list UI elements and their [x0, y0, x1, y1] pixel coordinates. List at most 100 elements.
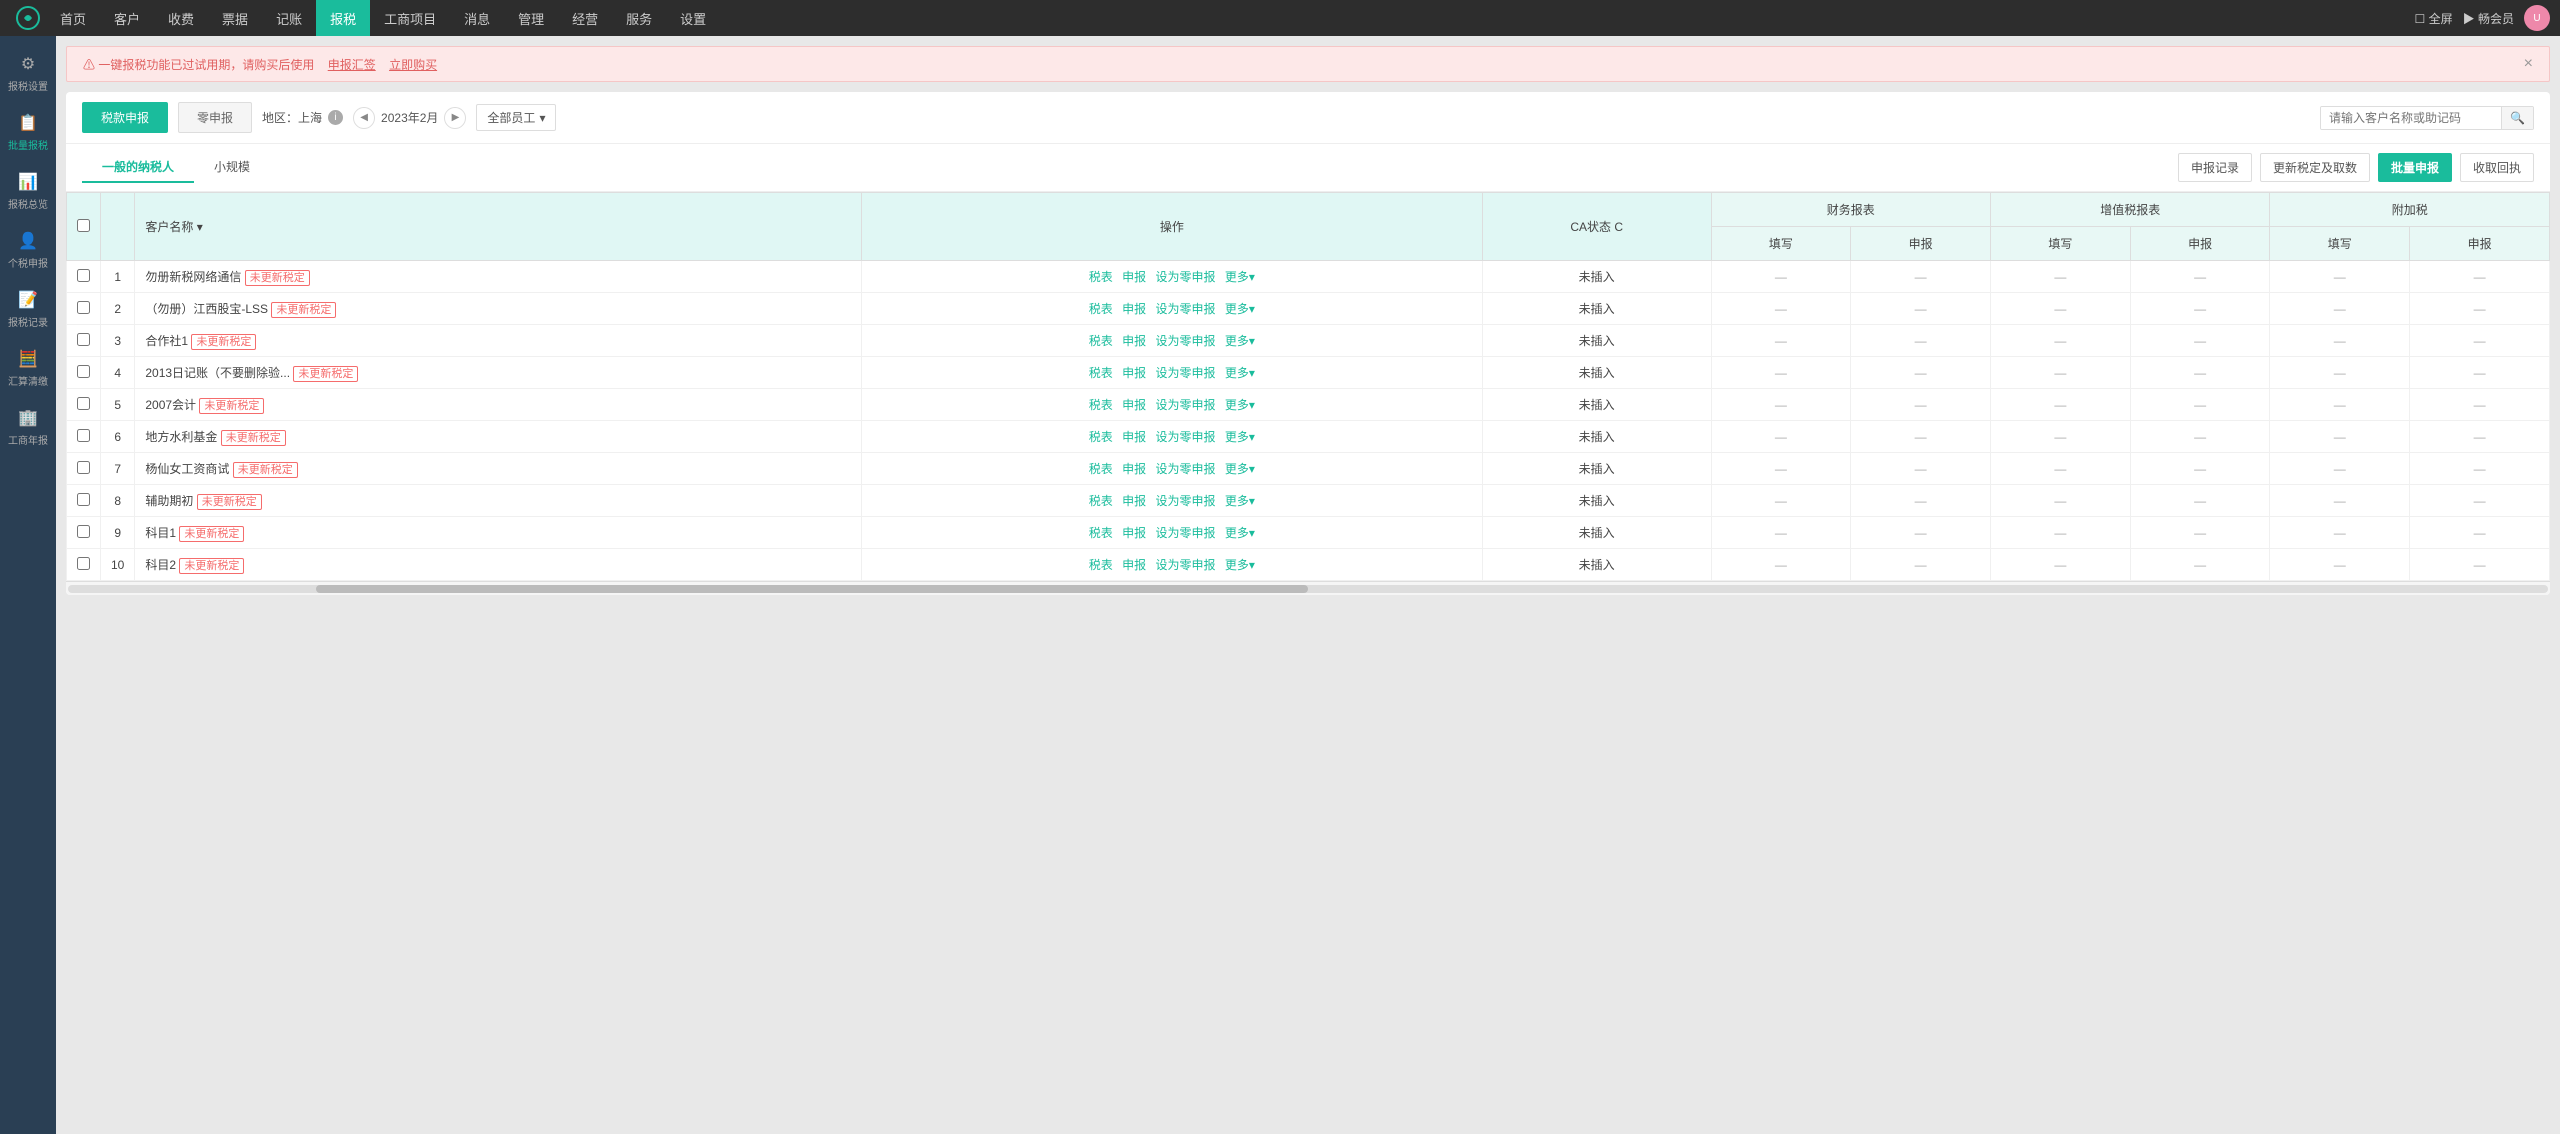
nav-item-client[interactable]: 客户: [100, 0, 154, 36]
op-tax-table-0[interactable]: 税表: [1089, 270, 1113, 284]
op-tax-table-1[interactable]: 税表: [1089, 302, 1113, 316]
employee-select[interactable]: 全部员工 ▾: [476, 104, 556, 131]
horizontal-scrollbar[interactable]: [66, 581, 2550, 595]
sidebar-item-tax-overview[interactable]: 📊 报税总览: [3, 164, 53, 219]
nav-item-manage[interactable]: 管理: [504, 0, 558, 36]
op-declare-9[interactable]: 申报: [1122, 558, 1146, 572]
op-more-2[interactable]: 更多▾: [1225, 334, 1255, 348]
op-tax-table-5[interactable]: 税表: [1089, 430, 1113, 444]
sub-tab-small-scale[interactable]: 小规模: [194, 152, 270, 183]
sidebar-item-annual-report[interactable]: 🏢 工商年报: [3, 400, 53, 455]
op-tax-table-4[interactable]: 税表: [1089, 398, 1113, 412]
row-fin-fill-3: —: [1711, 357, 1851, 389]
sub-tab-general-taxpayer[interactable]: 一般的纳税人: [82, 152, 194, 183]
op-more-0[interactable]: 更多▾: [1225, 270, 1255, 284]
update-tax-button[interactable]: 更新税定及取数: [2260, 153, 2370, 182]
op-tax-table-6[interactable]: 税表: [1089, 462, 1113, 476]
op-more-9[interactable]: 更多▾: [1225, 558, 1255, 572]
region-info-icon[interactable]: i: [328, 110, 343, 125]
op-declare-5[interactable]: 申报: [1122, 430, 1146, 444]
op-more-3[interactable]: 更多▾: [1225, 366, 1255, 380]
date-prev-button[interactable]: ◀: [353, 107, 375, 129]
avatar[interactable]: U: [2524, 5, 2550, 31]
op-tax-table-9[interactable]: 税表: [1089, 558, 1113, 572]
row-select-3[interactable]: [77, 365, 90, 378]
op-zero-9[interactable]: 设为零申报: [1156, 558, 1216, 572]
nav-item-account[interactable]: 记账: [262, 0, 316, 36]
op-zero-1[interactable]: 设为零申报: [1156, 302, 1216, 316]
sidebar-item-individual-tax[interactable]: 👤 个税申报: [3, 223, 53, 278]
nav-item-settings[interactable]: 设置: [666, 0, 720, 36]
nav-item-invoice[interactable]: 票据: [208, 0, 262, 36]
op-more-4[interactable]: 更多▾: [1225, 398, 1255, 412]
fullscreen-button[interactable]: ☐ 全屏: [2415, 10, 2453, 27]
tab-zero-declaration[interactable]: 零申报: [178, 102, 252, 133]
search-input[interactable]: [2321, 107, 2501, 129]
op-declare-6[interactable]: 申报: [1122, 462, 1146, 476]
individual-tax-icon: 👤: [18, 231, 38, 251]
op-declare-7[interactable]: 申报: [1122, 494, 1146, 508]
op-more-7[interactable]: 更多▾: [1225, 494, 1255, 508]
op-declare-2[interactable]: 申报: [1122, 334, 1146, 348]
nav-item-fee[interactable]: 收费: [154, 0, 208, 36]
notice-link-buy[interactable]: 立即购买: [389, 58, 437, 72]
op-declare-4[interactable]: 申报: [1122, 398, 1146, 412]
op-declare-3[interactable]: 申报: [1122, 366, 1146, 380]
scrollbar-track[interactable]: [68, 585, 2548, 593]
nav-item-home[interactable]: 首页: [46, 0, 100, 36]
date-navigation: ◀ 2023年2月 ▶: [353, 107, 466, 129]
op-tax-table-8[interactable]: 税表: [1089, 526, 1113, 540]
row-select-0[interactable]: [77, 269, 90, 282]
batch-declare-button[interactable]: 批量申报: [2378, 153, 2452, 182]
nav-item-operation[interactable]: 经营: [558, 0, 612, 36]
op-zero-8[interactable]: 设为零申报: [1156, 526, 1216, 540]
row-select-5[interactable]: [77, 429, 90, 442]
sort-icon[interactable]: ▾: [197, 220, 203, 234]
op-zero-6[interactable]: 设为零申报: [1156, 462, 1216, 476]
nav-item-message[interactable]: 消息: [450, 0, 504, 36]
nav-item-tax[interactable]: 报税: [316, 0, 370, 36]
sidebar-item-settlement[interactable]: 🧮 汇算清缴: [3, 341, 53, 396]
collect-receipt-button[interactable]: 收取回执: [2460, 153, 2534, 182]
op-tax-table-3[interactable]: 税表: [1089, 366, 1113, 380]
op-zero-5[interactable]: 设为零申报: [1156, 430, 1216, 444]
select-all-checkbox[interactable]: [77, 219, 90, 232]
op-declare-1[interactable]: 申报: [1122, 302, 1146, 316]
member-button[interactable]: ▶ 畅会员: [2463, 10, 2514, 27]
sidebar-item-tax-settings[interactable]: ⚙ 报税设置: [3, 46, 53, 101]
row-select-9[interactable]: [77, 557, 90, 570]
nav-item-business[interactable]: 工商项目: [370, 0, 450, 36]
op-zero-7[interactable]: 设为零申报: [1156, 494, 1216, 508]
sidebar-item-tax-records[interactable]: 📝 报税记录: [3, 282, 53, 337]
notice-close-button[interactable]: ×: [2524, 55, 2533, 73]
op-declare-8[interactable]: 申报: [1122, 526, 1146, 540]
tab-tax-declaration[interactable]: 税款申报: [82, 102, 168, 133]
op-zero-0[interactable]: 设为零申报: [1156, 270, 1216, 284]
date-next-button[interactable]: ▶: [444, 107, 466, 129]
scrollbar-thumb[interactable]: [316, 585, 1308, 593]
row-no-3: 4: [101, 357, 135, 389]
op-zero-2[interactable]: 设为零申报: [1156, 334, 1216, 348]
op-tax-table-7[interactable]: 税表: [1089, 494, 1113, 508]
op-more-8[interactable]: 更多▾: [1225, 526, 1255, 540]
row-select-7[interactable]: [77, 493, 90, 506]
row-select-2[interactable]: [77, 333, 90, 346]
search-button[interactable]: 🔍: [2501, 107, 2533, 129]
op-more-5[interactable]: 更多▾: [1225, 430, 1255, 444]
logo[interactable]: [10, 0, 46, 36]
notice-link-declaration[interactable]: 申报汇签: [328, 58, 376, 72]
nav-item-service[interactable]: 服务: [612, 0, 666, 36]
row-select-8[interactable]: [77, 525, 90, 538]
row-select-1[interactable]: [77, 301, 90, 314]
sidebar-item-batch-tax[interactable]: 📋 批量报税: [3, 105, 53, 160]
op-zero-4[interactable]: 设为零申报: [1156, 398, 1216, 412]
op-zero-3[interactable]: 设为零申报: [1156, 366, 1216, 380]
op-more-6[interactable]: 更多▾: [1225, 462, 1255, 476]
row-select-6[interactable]: [77, 461, 90, 474]
row-select-4[interactable]: [77, 397, 90, 410]
op-more-1[interactable]: 更多▾: [1225, 302, 1255, 316]
th-fin-fill: 填写: [1711, 227, 1851, 261]
op-tax-table-2[interactable]: 税表: [1089, 334, 1113, 348]
declaration-records-button[interactable]: 申报记录: [2178, 153, 2252, 182]
op-declare-0[interactable]: 申报: [1122, 270, 1146, 284]
